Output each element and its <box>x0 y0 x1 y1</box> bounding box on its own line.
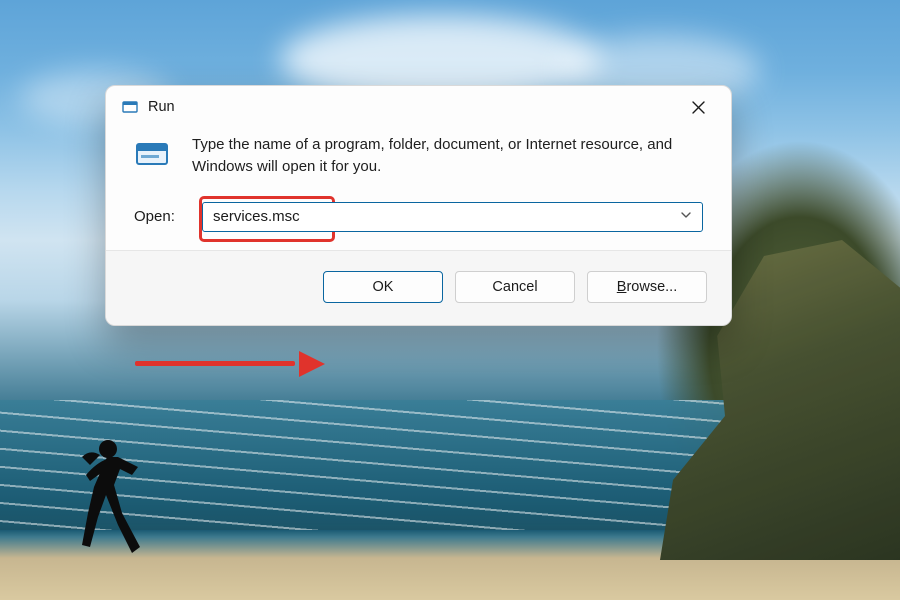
ok-button[interactable]: OK <box>323 271 443 303</box>
desktop-wallpaper: Run Type the name of a program, folder, … <box>0 0 900 600</box>
dialog-title: Run <box>148 99 175 115</box>
dialog-description: Type the name of a program, folder, docu… <box>192 134 703 178</box>
browse-button[interactable]: Browse... <box>587 271 707 303</box>
run-dialog: Run Type the name of a program, folder, … <box>105 85 732 326</box>
close-button[interactable] <box>675 91 721 123</box>
open-combobox[interactable] <box>202 202 703 232</box>
runner-silhouette <box>60 435 150 565</box>
titlebar[interactable]: Run <box>106 86 731 128</box>
open-label: Open: <box>134 208 184 225</box>
open-input[interactable] <box>211 207 678 226</box>
cancel-button[interactable]: Cancel <box>455 271 575 303</box>
combobox-dropdown-button[interactable] <box>678 208 694 226</box>
run-icon <box>134 136 170 177</box>
dialog-footer: OK Cancel Browse... <box>106 250 731 325</box>
run-title-icon <box>122 99 138 115</box>
browse-mnemonic: B <box>617 279 627 295</box>
browse-label-rest: rowse... <box>626 279 677 295</box>
chevron-down-icon <box>680 209 692 221</box>
annotation-arrow <box>135 352 325 376</box>
close-icon <box>692 101 705 114</box>
